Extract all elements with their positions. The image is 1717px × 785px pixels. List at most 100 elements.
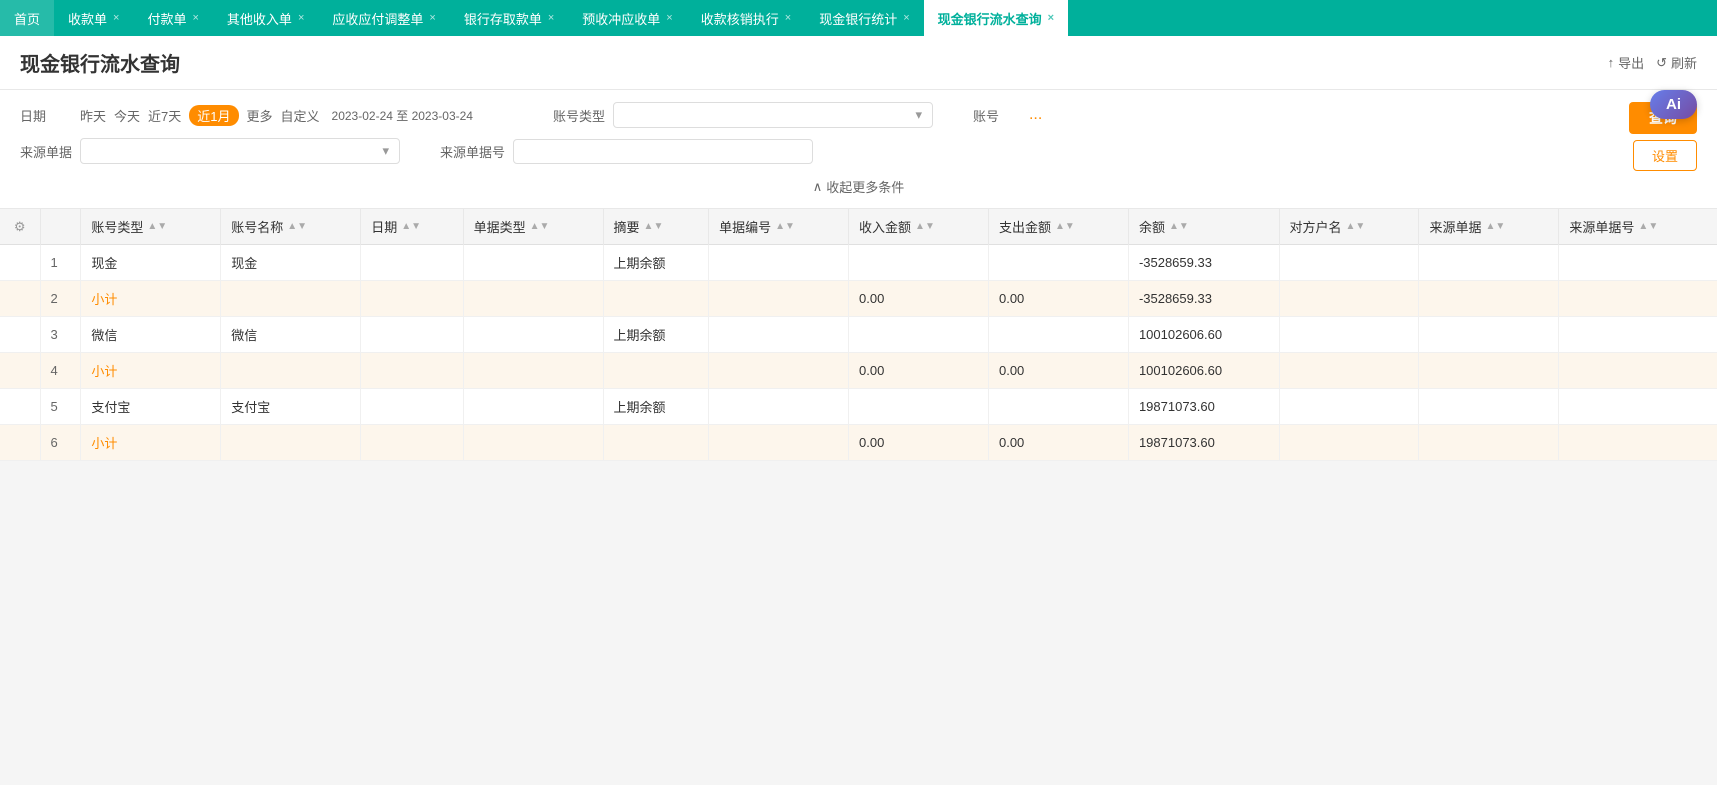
nav-tab-6-close[interactable]: × xyxy=(666,12,672,24)
source-doc-label: 来源单据 xyxy=(20,142,72,161)
nav-tab-1-label: 收款单 xyxy=(68,9,107,28)
nav-tab-5-label: 银行存取款单 xyxy=(464,9,542,28)
account-type-select[interactable]: ▾ xyxy=(613,102,933,128)
nav-tab-5-close[interactable]: × xyxy=(548,12,554,24)
settings-button[interactable]: 设置 xyxy=(1633,140,1697,171)
source-doc-select[interactable]: ▾ xyxy=(80,138,400,164)
sort-icon-source-doc[interactable]: ▲▼ xyxy=(1485,222,1505,232)
th-expense: 支出金额 ▲▼ xyxy=(988,209,1128,245)
nav-tab-3[interactable]: 其他收入单 × xyxy=(213,0,318,36)
export-icon: ↑ xyxy=(1608,55,1615,70)
sort-icon-expense[interactable]: ▲▼ xyxy=(1055,222,1075,232)
date-shortcuts: 昨天 今天 近7天 近1月 更多 自定义 2023-02-24 至 2023-0… xyxy=(80,105,473,126)
refresh-label: 刷新 xyxy=(1671,53,1697,72)
nav-tab-1[interactable]: 收款单 × xyxy=(54,0,133,36)
filter-area: 日期 昨天 今天 近7天 近1月 更多 自定义 2023-02-24 至 202… xyxy=(0,90,1717,209)
table-row: 6小计0.000.0019871073.60 xyxy=(0,425,1717,461)
th-doc-no: 单据编号 ▲▼ xyxy=(709,209,849,245)
shortcut-1month[interactable]: 近1月 xyxy=(189,105,238,126)
nav-tab-8-label: 现金银行统计 xyxy=(819,9,897,28)
nav-tab-4-close[interactable]: × xyxy=(429,12,435,24)
sort-icon-source-doc-no[interactable]: ▲▼ xyxy=(1638,222,1658,232)
sort-icon-balance[interactable]: ▲▼ xyxy=(1169,222,1189,232)
nav-tab-9-label: 现金银行流水查询 xyxy=(938,9,1042,28)
th-num xyxy=(40,209,81,245)
nav-tab-2-close[interactable]: × xyxy=(192,12,198,24)
table-container: ⚙ 账号类型 ▲▼ 账号名称 ▲▼ 日期 xyxy=(0,209,1717,461)
header-actions: ↑ 导出 ↺ 刷新 xyxy=(1608,53,1697,72)
table-header-row: ⚙ 账号类型 ▲▼ 账号名称 ▲▼ 日期 xyxy=(0,209,1717,245)
sort-icon-date[interactable]: ▲▼ xyxy=(401,222,421,232)
nav-tab-7[interactable]: 收款核销执行 × xyxy=(687,0,805,36)
nav-tab-6[interactable]: 预收冲应收单 × xyxy=(568,0,686,36)
date-range: 2023-02-24 至 2023-03-24 xyxy=(332,107,473,124)
th-source-doc-no: 来源单据号 ▲▼ xyxy=(1559,209,1717,245)
date-label: 日期 xyxy=(20,106,60,125)
shortcut-yesterday[interactable]: 昨天 xyxy=(80,106,106,125)
collapse-label: 收起更多条件 xyxy=(826,177,904,196)
account-type-label: 账号类型 xyxy=(553,106,605,125)
nav-tab-3-label: 其他收入单 xyxy=(227,9,292,28)
table-row: 4小计0.000.00100102606.60 xyxy=(0,353,1717,389)
sort-icon-account-type[interactable]: ▲▼ xyxy=(147,222,167,232)
refresh-icon: ↺ xyxy=(1656,55,1667,71)
nav-tab-8[interactable]: 现金银行统计 × xyxy=(805,0,923,36)
account-dots-btn[interactable]: ... xyxy=(1029,106,1042,124)
nav-tab-7-close[interactable]: × xyxy=(785,12,791,24)
table-row: 1现金现金上期余额-3528659.33 xyxy=(0,245,1717,281)
nav-home[interactable]: 首页 xyxy=(0,0,54,36)
sort-icon-counterpart[interactable]: ▲▼ xyxy=(1346,222,1366,232)
th-doc-type: 单据类型 ▲▼ xyxy=(463,209,603,245)
refresh-button[interactable]: ↺ 刷新 xyxy=(1656,53,1697,72)
export-button[interactable]: ↑ 导出 xyxy=(1608,53,1645,72)
source-doc-no-group: 来源单据号 xyxy=(440,139,813,164)
data-table: ⚙ 账号类型 ▲▼ 账号名称 ▲▼ 日期 xyxy=(0,209,1717,461)
nav-tab-4-label: 应收应付调整单 xyxy=(332,9,423,28)
shortcut-more[interactable]: 更多 xyxy=(247,106,273,125)
th-gear: ⚙ xyxy=(0,209,40,245)
collapse-chevron-icon: ∧ xyxy=(813,179,823,195)
shortcut-7days[interactable]: 近7天 xyxy=(148,106,181,125)
th-balance: 余额 ▲▼ xyxy=(1128,209,1279,245)
sort-icon-doc-no[interactable]: ▲▼ xyxy=(775,222,795,232)
table-row: 5支付宝支付宝上期余额19871073.60 xyxy=(0,389,1717,425)
th-income: 收入金额 ▲▼ xyxy=(849,209,989,245)
export-label: 导出 xyxy=(1618,53,1644,72)
nav-tab-3-close[interactable]: × xyxy=(298,12,304,24)
th-summary: 摘要 ▲▼ xyxy=(603,209,709,245)
account-type-chevron: ▾ xyxy=(915,107,922,123)
top-nav: 首页 收款单 × 付款单 × 其他收入单 × 应收应付调整单 × 银行存取款单 … xyxy=(0,0,1717,36)
nav-tab-9[interactable]: 现金银行流水查询 × xyxy=(924,0,1068,36)
nav-tab-4[interactable]: 应收应付调整单 × xyxy=(318,0,449,36)
source-doc-no-input[interactable] xyxy=(513,139,813,164)
source-doc-group: 来源单据 ▾ xyxy=(20,138,400,164)
nav-tab-8-close[interactable]: × xyxy=(903,12,909,24)
sort-icon-doc-type[interactable]: ▲▼ xyxy=(530,222,550,232)
th-account-name: 账号名称 ▲▼ xyxy=(221,209,361,245)
collapse-bar: ∧ 收起更多条件 xyxy=(20,177,1697,196)
gear-icon[interactable]: ⚙ xyxy=(14,219,26,234)
page-title: 现金银行流水查询 xyxy=(20,48,180,77)
collapse-button[interactable]: ∧ 收起更多条件 xyxy=(813,177,905,196)
source-doc-no-label: 来源单据号 xyxy=(440,142,505,161)
account-label: 账号 xyxy=(973,106,1013,125)
nav-tab-9-close[interactable]: × xyxy=(1048,12,1054,24)
ai-badge[interactable]: Ai xyxy=(1650,90,1697,119)
filter-row-source: 来源单据 ▾ 来源单据号 xyxy=(20,138,1629,164)
sort-icon-income[interactable]: ▲▼ xyxy=(915,222,935,232)
th-date: 日期 ▲▼ xyxy=(361,209,463,245)
nav-home-label: 首页 xyxy=(14,9,40,28)
table-body: 1现金现金上期余额-3528659.332小计0.000.00-3528659.… xyxy=(0,245,1717,461)
shortcut-today[interactable]: 今天 xyxy=(114,106,140,125)
nav-tab-7-label: 收款核销执行 xyxy=(701,9,779,28)
nav-tab-1-close[interactable]: × xyxy=(113,12,119,24)
shortcut-custom[interactable]: 自定义 xyxy=(281,106,320,125)
nav-tab-5[interactable]: 银行存取款单 × xyxy=(450,0,568,36)
sort-icon-account-name[interactable]: ▲▼ xyxy=(287,222,307,232)
th-source-doc: 来源单据 ▲▼ xyxy=(1419,209,1559,245)
th-counterpart: 对方户名 ▲▼ xyxy=(1279,209,1419,245)
nav-tab-2-label: 付款单 xyxy=(147,9,186,28)
sort-icon-summary[interactable]: ▲▼ xyxy=(644,222,664,232)
nav-tab-2[interactable]: 付款单 × xyxy=(133,0,212,36)
nav-tab-6-label: 预收冲应收单 xyxy=(582,9,660,28)
